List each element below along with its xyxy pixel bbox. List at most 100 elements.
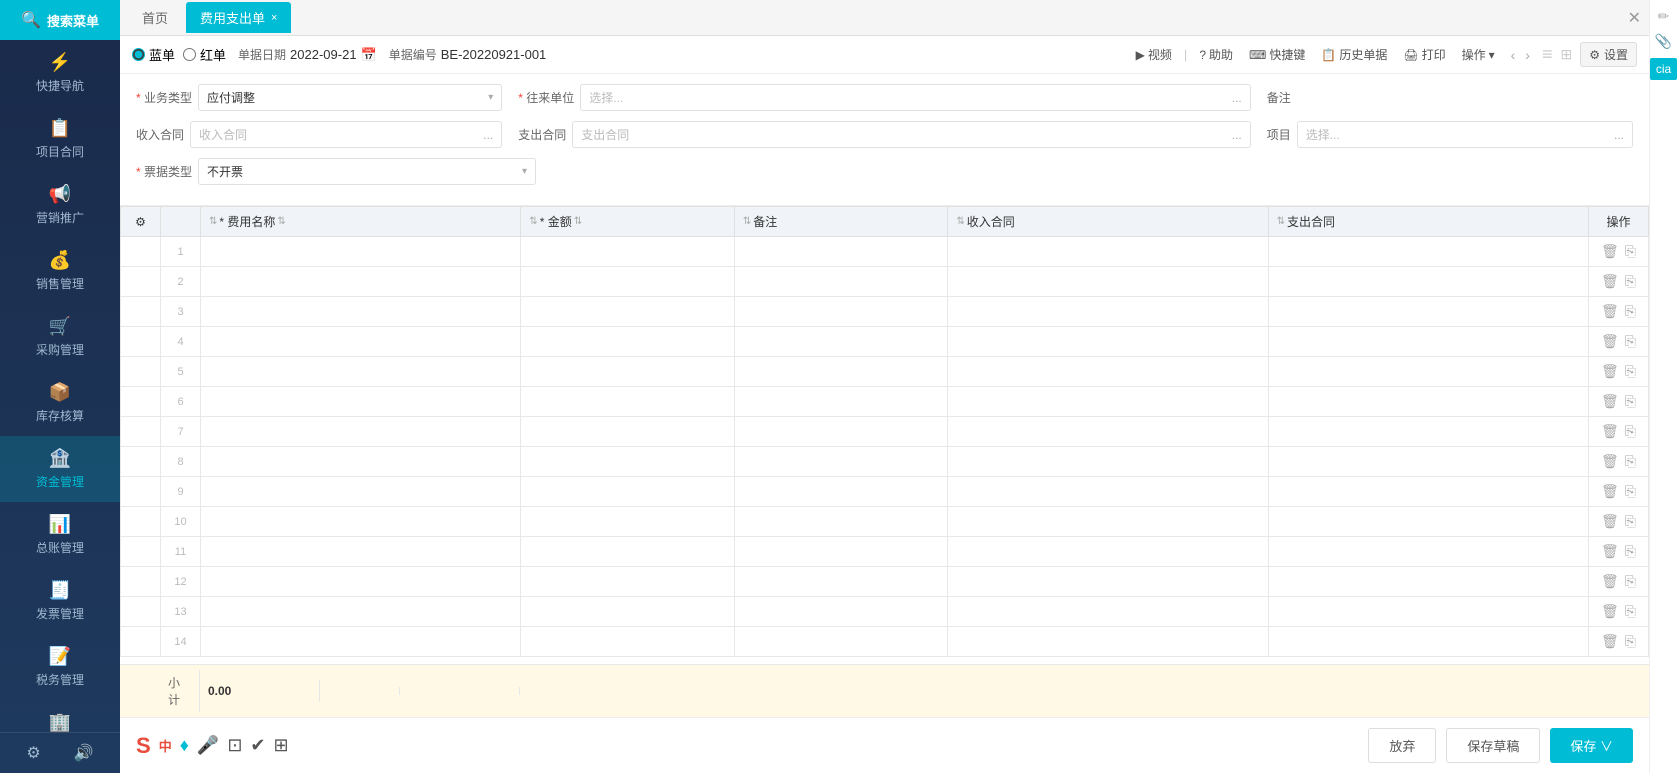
zhong-label[interactable]: 中	[159, 736, 172, 755]
row-expense-cell[interactable]	[1268, 447, 1588, 477]
row-copy-icon[interactable]: ⎘	[1625, 393, 1636, 410]
row-income-cell[interactable]	[948, 537, 1268, 567]
row-note-cell[interactable]	[734, 357, 948, 387]
col-settings-header[interactable]: ⚙	[121, 207, 161, 237]
radio-blue[interactable]: 蓝单	[132, 45, 175, 64]
tab-expense[interactable]: 费用支出单 ×	[186, 2, 291, 33]
amount-sort-icon[interactable]: ⇅	[529, 216, 537, 227]
row-name-cell[interactable]	[201, 507, 521, 537]
row-name-cell[interactable]	[201, 597, 521, 627]
row-copy-icon[interactable]: ⎘	[1625, 333, 1636, 350]
settings-bottom-icon[interactable]: ⚙	[26, 743, 40, 763]
expense-contract-input[interactable]: 支出合同 ...	[572, 121, 1250, 148]
expense-sort-icon[interactable]: ⇅	[1277, 216, 1285, 227]
table-row[interactable]: 11 🗑 ⎘	[121, 537, 1649, 567]
save-draft-button[interactable]: 保存草稿	[1446, 728, 1540, 763]
row-copy-icon[interactable]: ⎘	[1625, 483, 1636, 500]
row-income-cell[interactable]	[948, 387, 1268, 417]
table-row[interactable]: 2 🗑 ⎘	[121, 267, 1649, 297]
col-note-header[interactable]: ⇅ 备注	[734, 207, 948, 237]
col-expense-header[interactable]: ⇅ 支出合同	[1268, 207, 1588, 237]
row-copy-icon[interactable]: ⎘	[1625, 363, 1636, 380]
table-row[interactable]: 10 🗑 ⎘	[121, 507, 1649, 537]
sidebar-item-fixed-assets[interactable]: 🏢 固定资产	[0, 700, 120, 732]
row-copy-icon[interactable]: ⎘	[1625, 543, 1636, 560]
note-sort-icon[interactable]: ⇅	[743, 216, 751, 227]
row-name-cell[interactable]	[201, 297, 521, 327]
table-row[interactable]: 5 🗑 ⎘	[121, 357, 1649, 387]
table-row[interactable]: 1 🗑 ⎘	[121, 237, 1649, 267]
table-row[interactable]: 14 🗑 ⎘	[121, 627, 1649, 657]
row-expense-cell[interactable]	[1268, 297, 1588, 327]
row-delete-icon[interactable]: 🗑	[1601, 423, 1619, 440]
row-expense-cell[interactable]	[1268, 537, 1588, 567]
row-amount-cell[interactable]	[521, 567, 735, 597]
side-panel-green-button[interactable]: cia	[1650, 58, 1677, 80]
row-income-cell[interactable]	[948, 267, 1268, 297]
side-panel-attach-icon[interactable]: 📎	[1655, 33, 1672, 50]
row-delete-icon[interactable]: 🗑	[1601, 453, 1619, 470]
row-copy-icon[interactable]: ⎘	[1625, 303, 1636, 320]
row-note-cell[interactable]	[734, 567, 948, 597]
table-row[interactable]: 12 🗑 ⎘	[121, 567, 1649, 597]
save-button[interactable]: 保存 ∨	[1550, 728, 1633, 763]
sidebar-item-purchase[interactable]: 🛒 采购管理	[0, 304, 120, 370]
row-expense-cell[interactable]	[1268, 327, 1588, 357]
row-copy-icon[interactable]: ⎘	[1625, 513, 1636, 530]
row-note-cell[interactable]	[734, 507, 948, 537]
table-row[interactable]: 13 🗑 ⎘	[121, 597, 1649, 627]
row-amount-cell[interactable]	[521, 417, 735, 447]
row-amount-cell[interactable]	[521, 297, 735, 327]
sidebar-item-marketing[interactable]: 📢 营销推广	[0, 172, 120, 238]
row-expense-cell[interactable]	[1268, 387, 1588, 417]
row-expense-cell[interactable]	[1268, 597, 1588, 627]
biz-type-select[interactable]: 应付调整 ▾	[198, 84, 502, 111]
row-expense-cell[interactable]	[1268, 237, 1588, 267]
table-row[interactable]: 6 🗑 ⎘	[121, 387, 1649, 417]
expense-table[interactable]: ⚙ ⇅ * 费用名称 ⇅	[120, 206, 1649, 664]
row-delete-icon[interactable]: 🗑	[1601, 543, 1619, 560]
col-income-header[interactable]: ⇅ 收入合同	[948, 207, 1268, 237]
row-name-cell[interactable]	[201, 627, 521, 657]
row-expense-cell[interactable]	[1268, 417, 1588, 447]
table-row[interactable]: 4 🗑 ⎘	[121, 327, 1649, 357]
row-amount-cell[interactable]	[521, 357, 735, 387]
row-copy-icon[interactable]: ⎘	[1625, 603, 1636, 620]
income-sort-icon[interactable]: ⇅	[956, 216, 964, 227]
row-expense-cell[interactable]	[1268, 507, 1588, 537]
project-input[interactable]: 选择... ...	[1297, 121, 1633, 148]
row-income-cell[interactable]	[948, 477, 1268, 507]
row-copy-icon[interactable]: ⎘	[1625, 633, 1636, 650]
row-name-cell[interactable]	[201, 537, 521, 567]
shuzhong-icon[interactable]: S	[136, 733, 151, 759]
sidebar-item-invoice[interactable]: 🧾 发票管理	[0, 568, 120, 634]
side-panel-edit-icon[interactable]: ✏	[1658, 8, 1670, 25]
row-income-cell[interactable]	[948, 507, 1268, 537]
row-note-cell[interactable]	[734, 237, 948, 267]
row-copy-icon[interactable]: ⎘	[1625, 453, 1636, 470]
help-button[interactable]: ? 助助	[1195, 44, 1237, 65]
table-icon[interactable]: ⊞	[274, 735, 289, 756]
row-delete-icon[interactable]: 🗑	[1601, 573, 1619, 590]
table-row[interactable]: 3 🗑 ⎘	[121, 297, 1649, 327]
row-name-cell[interactable]	[201, 477, 521, 507]
row-delete-icon[interactable]: 🗑	[1601, 303, 1619, 320]
sidebar-item-quick-nav[interactable]: ⚡ 快捷导航	[0, 40, 120, 106]
mic-icon[interactable]: 🎤	[197, 735, 219, 756]
number-value[interactable]: BE-20220921-001	[441, 47, 547, 62]
row-note-cell[interactable]	[734, 417, 948, 447]
row-note-cell[interactable]	[734, 297, 948, 327]
row-name-cell[interactable]	[201, 447, 521, 477]
row-income-cell[interactable]	[948, 627, 1268, 657]
row-delete-icon[interactable]: 🗑	[1601, 273, 1619, 290]
row-income-cell[interactable]	[948, 327, 1268, 357]
table-row[interactable]: 9 🗑 ⎘	[121, 477, 1649, 507]
row-income-cell[interactable]	[948, 237, 1268, 267]
row-amount-cell[interactable]	[521, 237, 735, 267]
row-amount-cell[interactable]	[521, 267, 735, 297]
row-note-cell[interactable]	[734, 447, 948, 477]
row-income-cell[interactable]	[948, 297, 1268, 327]
row-name-cell[interactable]	[201, 417, 521, 447]
row-note-cell[interactable]	[734, 597, 948, 627]
check-icon[interactable]: ✔	[250, 735, 265, 756]
